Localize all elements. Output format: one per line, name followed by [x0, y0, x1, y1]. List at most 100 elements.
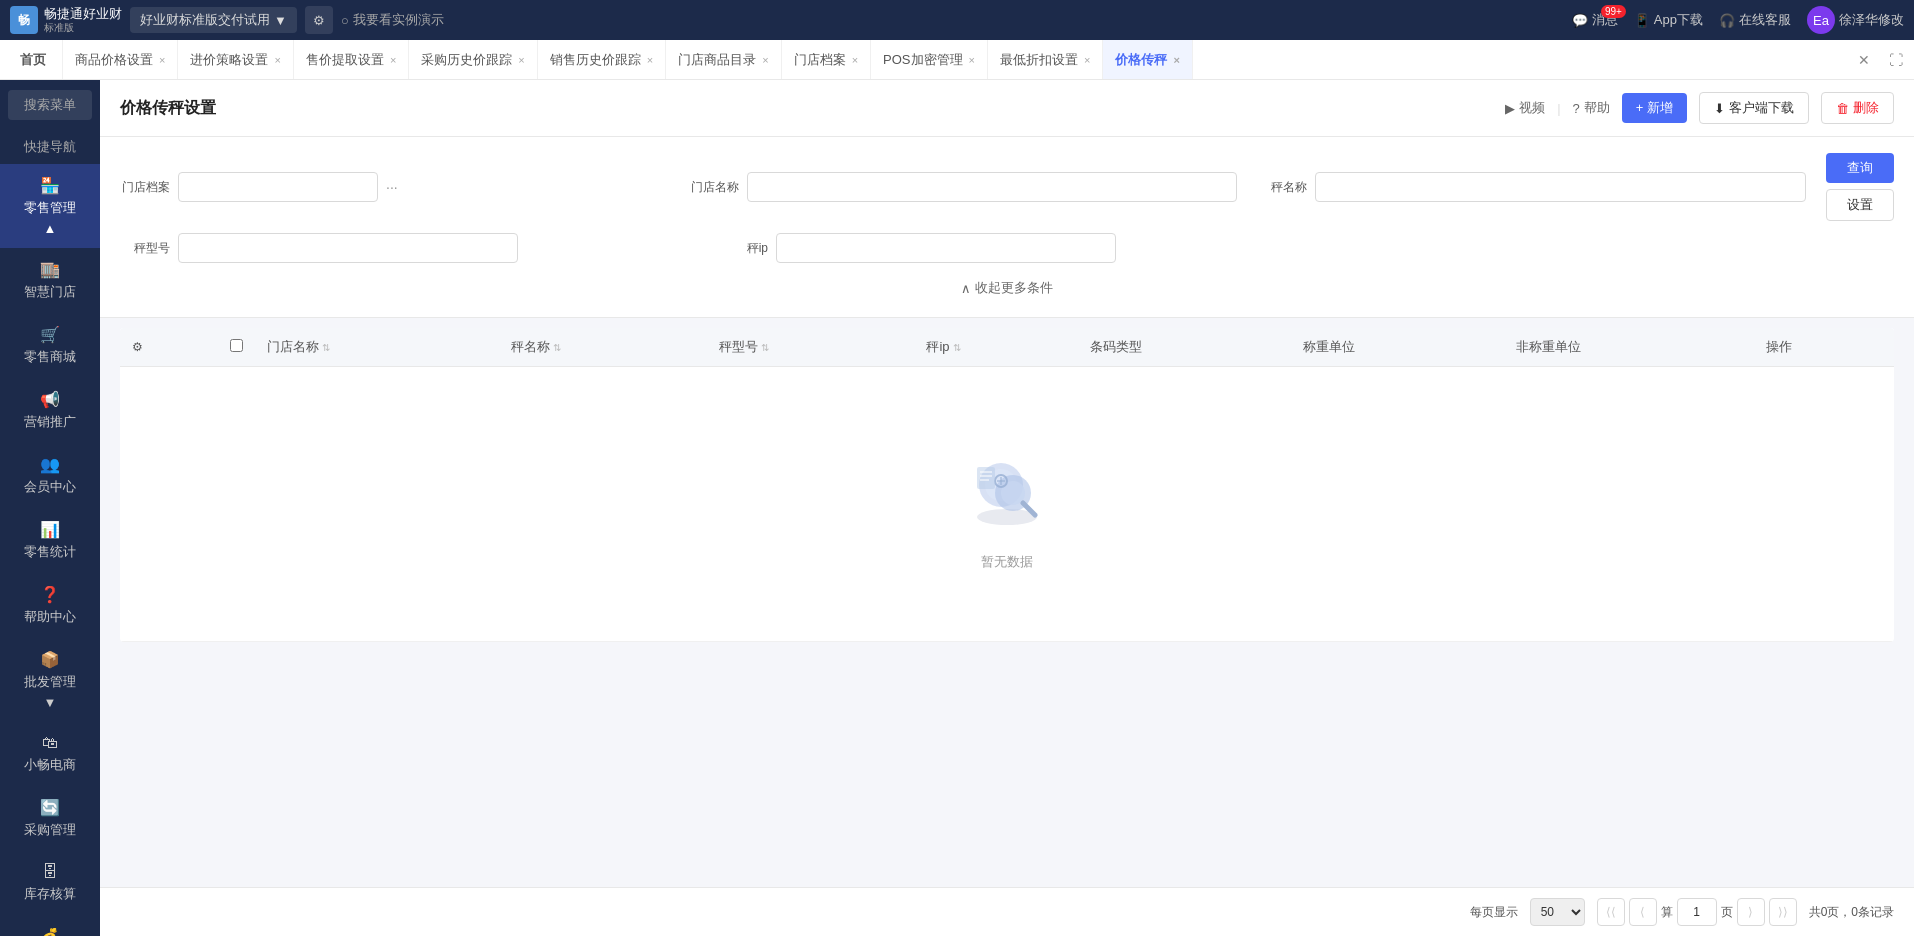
tab-close-icon[interactable]: × — [159, 54, 165, 66]
total-info: 共0页，0条记录 — [1809, 904, 1894, 921]
tab-sale-history[interactable]: 销售历史价跟踪 × — [538, 40, 666, 80]
content-area: 价格传秤设置 ▶ 视频 | ? 帮助 + 新增 ⬇ 客户端下载 — [100, 80, 1914, 936]
search-form: 门店档案 ··· 门店名称 秤名称 查询 设置 — [100, 137, 1914, 318]
message-button[interactable]: 💬 消息 99+ — [1572, 11, 1618, 29]
online-service-button[interactable]: 🎧 在线客服 — [1719, 11, 1791, 29]
tab-pos-manage[interactable]: POS加密管理 × — [871, 40, 988, 80]
sidebar-item-help-center[interactable]: ❓ 帮助中心 — [0, 573, 100, 638]
help-link[interactable]: ? 帮助 — [1573, 99, 1610, 117]
delete-button[interactable]: 🗑 删除 — [1821, 92, 1894, 124]
sidebar-item-finance[interactable]: 💰 资金管理 — [0, 915, 100, 936]
sort-icon[interactable]: ⇅ — [553, 342, 561, 353]
sort-icon[interactable]: ⇅ — [953, 342, 961, 353]
search-menu-button[interactable]: 搜索菜单 — [8, 90, 92, 120]
download-icon: ⬇ — [1714, 101, 1725, 116]
tab-close-icon[interactable]: × — [518, 54, 524, 66]
th-checkbox — [218, 328, 255, 367]
user-menu[interactable]: Ea 徐泽华修改 — [1807, 6, 1904, 34]
tab-store-archive[interactable]: 门店档案 × — [782, 40, 871, 80]
page-size-select[interactable]: 10 20 50 100 — [1530, 898, 1585, 926]
sidebar-item-wholesale-manage[interactable]: 📦 批发管理 ▼ — [0, 638, 100, 722]
scale-name-input[interactable] — [1315, 172, 1806, 202]
divider: | — [1557, 101, 1560, 116]
tab-sale-extract[interactable]: 售价提取设置 × — [294, 40, 409, 80]
sidebar-item-ecommerce[interactable]: 🛍 小畅电商 — [0, 722, 100, 786]
store-name-field: 门店名称 — [689, 172, 1238, 202]
query-button[interactable]: 查询 — [1826, 153, 1894, 183]
table-header: ⚙ 门店名称 ⇅ 秤名称 — [120, 328, 1894, 367]
sidebar-item-retail-mall[interactable]: 🛒 零售商城 — [0, 313, 100, 378]
sidebar-quick-nav[interactable]: 快捷导航 — [0, 130, 100, 164]
tab-min-discount[interactable]: 最低折扣设置 × — [988, 40, 1103, 80]
tab-close-icon[interactable]: × — [390, 54, 396, 66]
svg-rect-9 — [977, 467, 995, 489]
page-navigation: ⟨⟨ ⟨ 算 页 ⟩ ⟩⟩ — [1597, 898, 1797, 926]
th-barcode-type: 条码类型 — [1078, 328, 1291, 367]
tab-home[interactable]: 首页 — [4, 40, 63, 80]
collapse-button[interactable]: ∧ 收起更多条件 — [949, 275, 1065, 301]
page-size-label: 每页显示 — [1470, 904, 1518, 921]
app-title: 畅捷通好业财 标准版 — [44, 6, 122, 34]
tab-close-icon[interactable]: × — [274, 54, 280, 66]
help-center-icon: ❓ — [40, 585, 60, 604]
sidebar-item-smart-store[interactable]: 🏬 智慧门店 — [0, 248, 100, 313]
purchase-manage-icon: 🔄 — [40, 798, 60, 817]
store-name-label: 门店名称 — [689, 179, 739, 196]
store-archive-more-button[interactable]: ··· — [386, 179, 398, 195]
scale-model-label: 秤型号 — [120, 240, 170, 257]
form-row-1: 门店档案 ··· 门店名称 秤名称 查询 设置 — [120, 153, 1894, 221]
next-page-button[interactable]: ⟩ — [1737, 898, 1765, 926]
version-selector[interactable]: 好业财标准版交付试用 ▼ — [130, 7, 297, 33]
sidebar-item-marketing[interactable]: 📢 营销推广 — [0, 378, 100, 443]
sidebar-item-purchase-manage[interactable]: 🔄 采购管理 — [0, 786, 100, 851]
member-center-icon: 👥 — [40, 455, 60, 474]
close-window-button[interactable]: ✕ — [1850, 46, 1878, 74]
tab-close-icon[interactable]: × — [1084, 54, 1090, 66]
avatar: Ea — [1807, 6, 1835, 34]
header-actions: ▶ 视频 | ? 帮助 + 新增 ⬇ 客户端下载 🗑 删除 — [1505, 92, 1894, 124]
th-settings[interactable]: ⚙ — [120, 328, 218, 367]
demo-button[interactable]: ○ 我要看实例演示 — [341, 11, 444, 29]
scale-model-input[interactable] — [178, 233, 518, 263]
sidebar-search-area: 搜索菜单 — [0, 80, 100, 130]
th-scale-model: 秤型号 ⇅ — [707, 328, 915, 367]
tab-close-icon[interactable]: × — [762, 54, 768, 66]
scale-name-field: 秤名称 — [1257, 172, 1806, 202]
last-page-button[interactable]: ⟩⟩ — [1769, 898, 1797, 926]
tab-purchase-history[interactable]: 采购历史价跟踪 × — [409, 40, 537, 80]
sidebar-item-inventory[interactable]: 🗄 库存核算 — [0, 851, 100, 915]
sidebar-item-retail-manage[interactable]: 🏪 零售管理 ▲ — [0, 164, 100, 248]
sort-icon[interactable]: ⇅ — [761, 342, 769, 353]
maximize-button[interactable]: ⛶ — [1882, 46, 1910, 74]
tab-bar-actions: ✕ ⛶ — [1850, 46, 1910, 74]
add-button[interactable]: + 新增 — [1622, 93, 1687, 123]
page-number-input[interactable] — [1677, 898, 1717, 926]
tab-close-icon[interactable]: × — [1173, 54, 1179, 66]
sort-icon[interactable]: ⇅ — [322, 342, 330, 353]
sidebar-item-member-center[interactable]: 👥 会员中心 — [0, 443, 100, 508]
prev-page-button[interactable]: ⟨ — [1629, 898, 1657, 926]
tab-price-scale[interactable]: 价格传秤 × — [1103, 40, 1192, 80]
store-name-input[interactable] — [747, 172, 1238, 202]
app-download-button[interactable]: 📱 App下载 — [1634, 11, 1703, 29]
tab-purchase-strategy[interactable]: 进价策略设置 × — [178, 40, 293, 80]
th-scale-name: 秤名称 ⇅ — [499, 328, 707, 367]
video-link[interactable]: ▶ 视频 — [1505, 99, 1545, 117]
top-settings-button[interactable]: ⚙ — [305, 6, 333, 34]
download-button[interactable]: ⬇ 客户端下载 — [1699, 92, 1809, 124]
service-icon: 🎧 — [1719, 13, 1735, 28]
main-layout: 搜索菜单 快捷导航 🏪 零售管理 ▲ 🏬 智慧门店 🛒 零售商城 📢 营销推广 … — [0, 80, 1914, 936]
select-all-checkbox[interactable] — [230, 339, 243, 352]
sidebar-item-retail-stats[interactable]: 📊 零售统计 — [0, 508, 100, 573]
tab-price-settings[interactable]: 商品价格设置 × — [63, 40, 178, 80]
store-archive-input[interactable] — [178, 172, 378, 202]
collapse-up-icon: ∧ — [961, 281, 971, 296]
tab-store-catalog[interactable]: 门店商品目录 × — [666, 40, 781, 80]
tab-close-icon[interactable]: × — [969, 54, 975, 66]
scale-ip-input[interactable] — [776, 233, 1116, 263]
first-page-button[interactable]: ⟨⟨ — [1597, 898, 1625, 926]
tab-close-icon[interactable]: × — [852, 54, 858, 66]
wholesale-manage-icon: 📦 — [40, 650, 60, 669]
tab-close-icon[interactable]: × — [647, 54, 653, 66]
set-button[interactable]: 设置 — [1826, 189, 1894, 221]
